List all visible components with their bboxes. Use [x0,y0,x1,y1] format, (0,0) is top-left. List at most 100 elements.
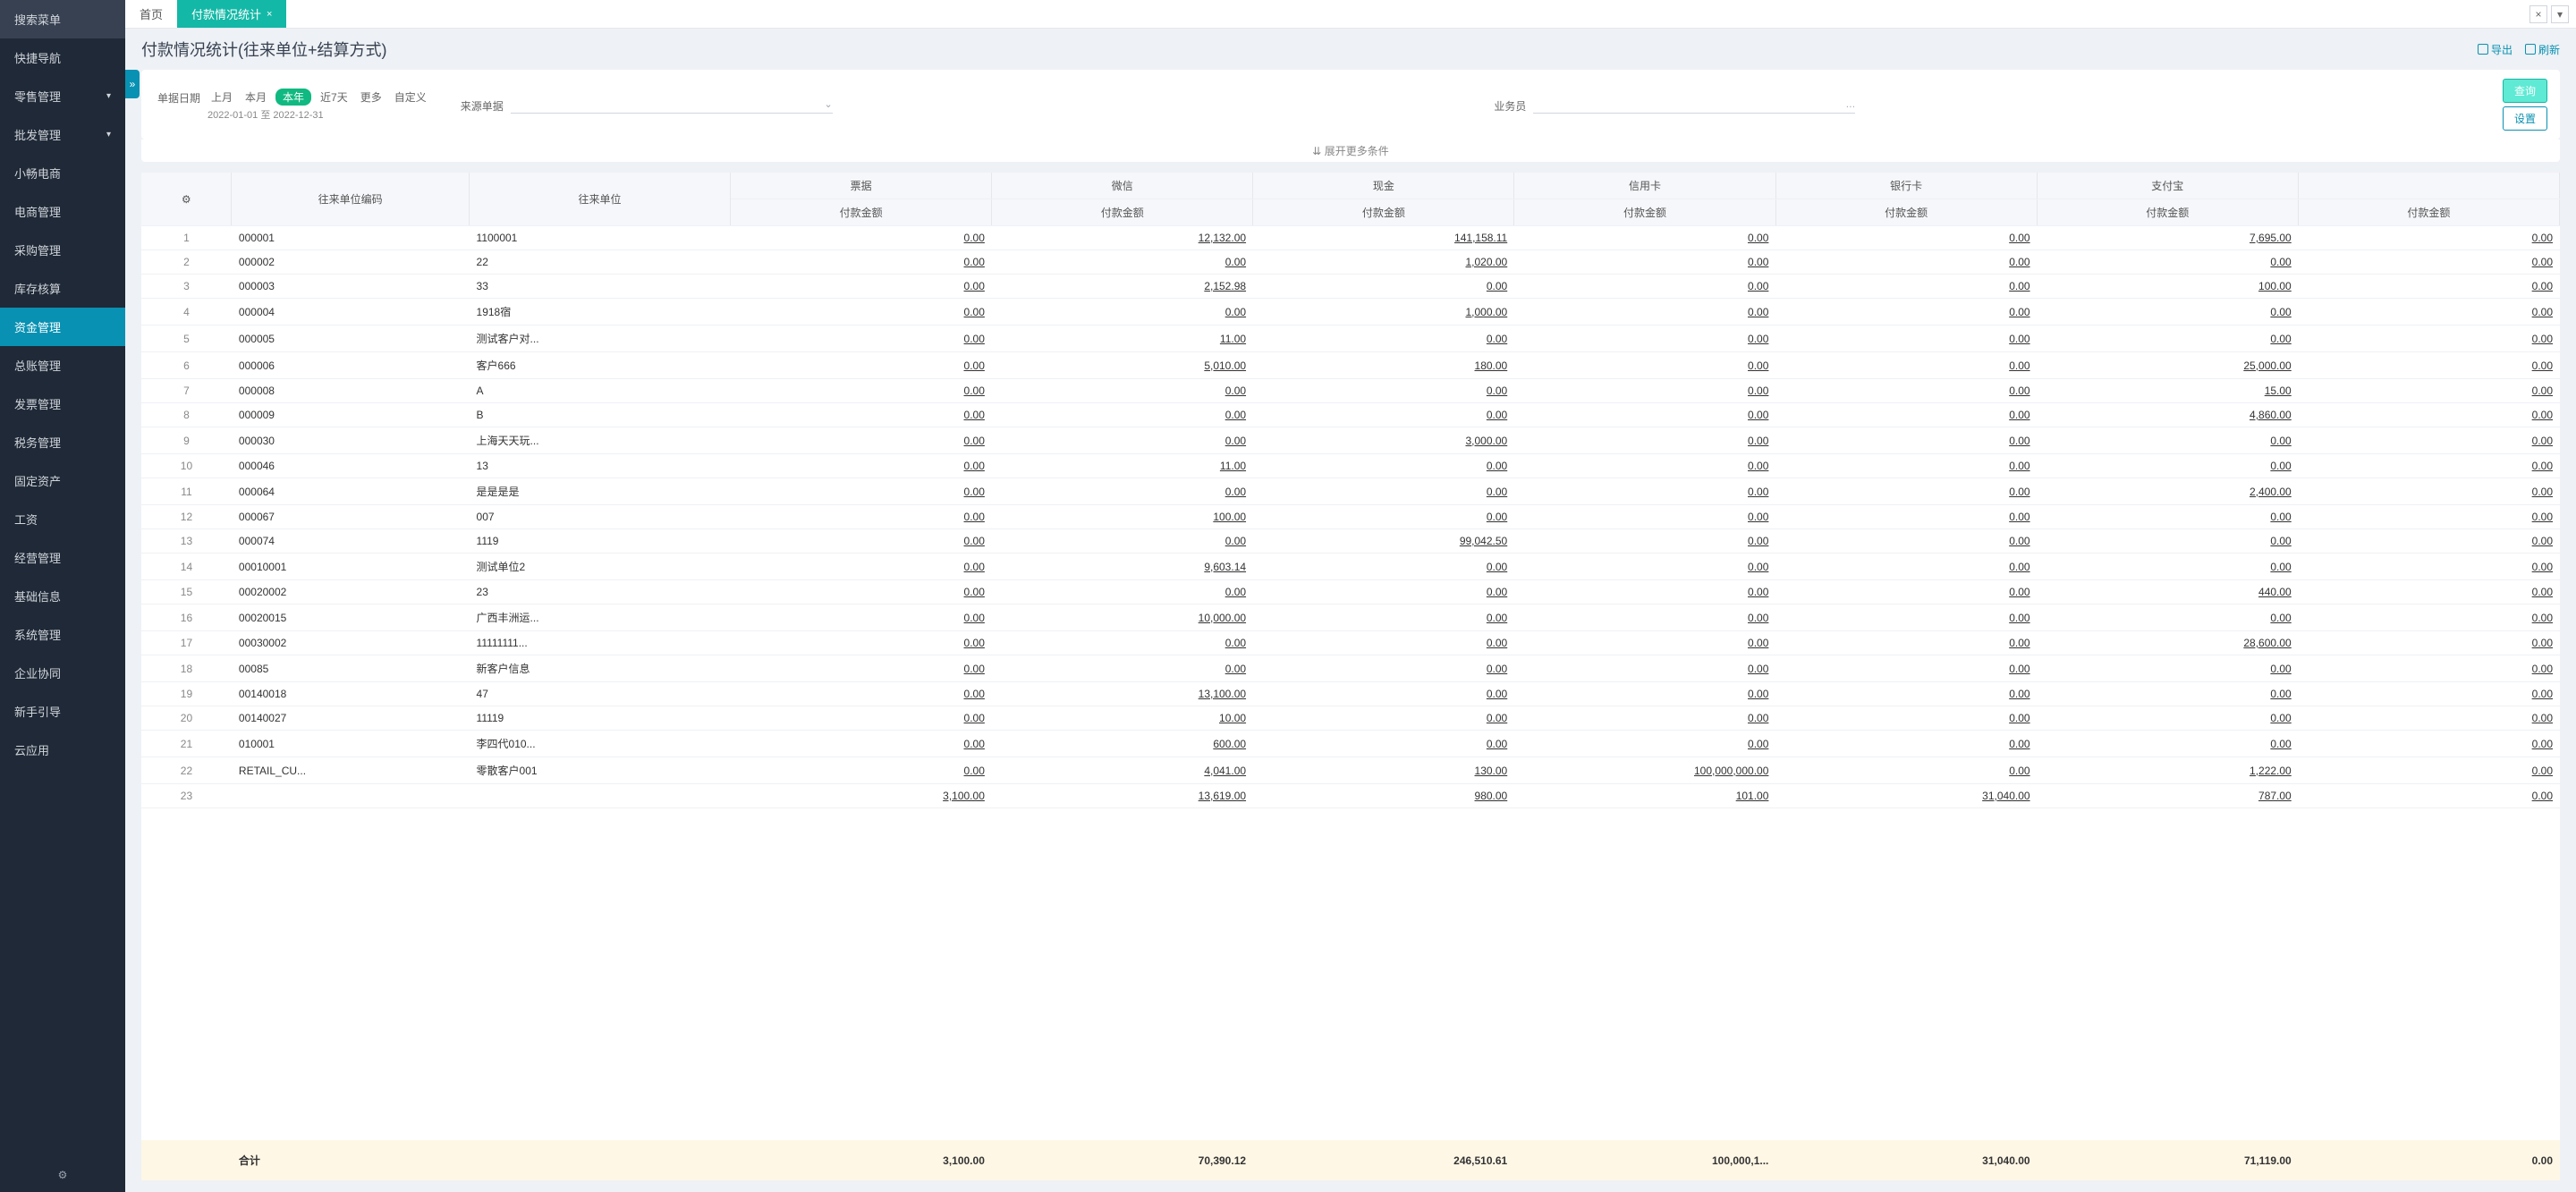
cell-amount[interactable]: 13,619.00 [992,784,1253,808]
cell-amount[interactable]: 0.00 [992,250,1253,275]
cell-amount[interactable]: 0.00 [1775,631,2037,655]
table-row[interactable]: 1300007411190.000.0099,042.500.000.000.0… [141,529,2560,554]
cell-amount[interactable]: 0.00 [1775,757,2037,784]
table-row[interactable]: 11000064是是是是0.000.000.000.000.002,400.00… [141,478,2560,505]
cell-amount[interactable]: 0.00 [2299,427,2560,454]
cell-amount[interactable]: 600.00 [992,731,1253,757]
tab-close-button[interactable]: × [2529,5,2547,23]
cell-amount[interactable]: 0.00 [731,478,992,505]
sidebar-item-11[interactable]: 税务管理 [0,423,125,461]
cell-amount[interactable]: 0.00 [731,757,992,784]
cell-amount[interactable]: 0.00 [2299,379,2560,403]
cell-amount[interactable]: 0.00 [1253,604,1514,631]
cell-amount[interactable]: 0.00 [731,554,992,580]
col-unit[interactable]: 往来单位 [469,173,730,226]
column-settings[interactable]: ⚙ [141,173,232,226]
cell-amount[interactable]: 980.00 [1253,784,1514,808]
cell-amount[interactable]: 0.00 [2299,604,2560,631]
expand-more-filters[interactable]: ⇊ 展开更多条件 [141,139,2560,162]
cell-amount[interactable]: 0.00 [992,655,1253,682]
date-quick-5[interactable]: 自定义 [391,89,430,106]
table-row[interactable]: 3000003330.002,152.980.000.000.00100.000… [141,275,2560,299]
col-sub-8[interactable]: 付款金额 [2037,199,2298,226]
cell-amount[interactable]: 0.00 [1514,631,1775,655]
date-quick-1[interactable]: 本月 [242,89,270,106]
cell-amount[interactable]: 0.00 [731,454,992,478]
date-quick-2[interactable]: 本年 [275,89,311,106]
cell-amount[interactable]: 28,600.00 [2038,631,2299,655]
cell-amount[interactable]: 11.00 [992,325,1253,352]
cell-amount[interactable]: 13,100.00 [992,682,1253,706]
sidebar-item-2[interactable]: 零售管理▾ [0,77,125,115]
cell-amount[interactable]: 0.00 [1514,706,1775,731]
cell-amount[interactable]: 0.00 [1775,682,2037,706]
table-row[interactable]: 170003000211111111...0.000.000.000.000.0… [141,631,2560,655]
cell-amount[interactable]: 141,158.11 [1253,226,1514,250]
cell-amount[interactable]: 0.00 [1253,631,1514,655]
cell-amount[interactable]: 0.00 [2299,784,2560,808]
cell-amount[interactable]: 0.00 [2299,757,2560,784]
cell-amount[interactable]: 2,152.98 [992,275,1253,299]
cell-amount[interactable]: 4,041.00 [992,757,1253,784]
cell-amount[interactable]: 0.00 [731,250,992,275]
table-row[interactable]: 1500020002230.000.000.000.000.00440.000.… [141,580,2560,604]
cell-amount[interactable]: 0.00 [992,529,1253,554]
cell-amount[interactable]: 0.00 [1775,379,2037,403]
table-row[interactable]: 1400010001测试单位20.009,603.140.000.000.000… [141,554,2560,580]
cell-amount[interactable]: 0.00 [2038,505,2299,529]
cell-amount[interactable]: 10,000.00 [992,604,1253,631]
cell-amount[interactable]: 0.00 [1775,299,2037,325]
col-sub-4[interactable]: 付款金额 [992,199,1253,226]
sidebar-item-3[interactable]: 批发管理▾ [0,115,125,154]
cell-amount[interactable]: 0.00 [2299,554,2560,580]
cell-amount[interactable]: 0.00 [1253,554,1514,580]
col-group-3[interactable]: 票据 [731,173,992,199]
cell-amount[interactable]: 0.00 [1775,731,2037,757]
cell-amount[interactable]: 0.00 [992,299,1253,325]
table-row[interactable]: 9000030上海天天玩...0.000.003,000.000.000.000… [141,427,2560,454]
cell-amount[interactable]: 0.00 [1775,427,2037,454]
sidebar-item-19[interactable]: 云应用 [0,731,125,769]
chevron-down-icon[interactable]: ⌄ [825,98,833,110]
col-sub-7[interactable]: 付款金额 [1775,199,2037,226]
cell-amount[interactable]: 0.00 [2038,731,2299,757]
cell-amount[interactable]: 0.00 [2299,731,2560,757]
sidebar-item-8[interactable]: 资金管理 [0,308,125,346]
cell-amount[interactable]: 3,000.00 [1253,427,1514,454]
table-row[interactable]: 5000005测试客户对...0.0011.000.000.000.000.00… [141,325,2560,352]
cell-amount[interactable]: 0.00 [731,580,992,604]
cell-amount[interactable]: 0.00 [1514,427,1775,454]
cell-amount[interactable]: 0.00 [1775,478,2037,505]
cell-amount[interactable]: 0.00 [2299,529,2560,554]
table-row[interactable]: 6000006客户6660.005,010.00180.000.000.0025… [141,352,2560,379]
cell-amount[interactable]: 0.00 [2038,427,2299,454]
tab-home[interactable]: 首页 [125,0,177,28]
cell-amount[interactable]: 0.00 [2038,554,2299,580]
cell-amount[interactable]: 0.00 [992,478,1253,505]
cell-amount[interactable]: 0.00 [731,631,992,655]
cell-amount[interactable]: 0.00 [1514,275,1775,299]
sidebar-item-4[interactable]: 小畅电商 [0,154,125,192]
query-button[interactable]: 查询 [2503,79,2547,103]
cell-amount[interactable]: 0.00 [992,379,1253,403]
table-row[interactable]: 1600020015广西丰洲运...0.0010,000.000.000.000… [141,604,2560,631]
col-sub-6[interactable]: 付款金额 [1514,199,1775,226]
cell-amount[interactable]: 25,000.00 [2038,352,2299,379]
cell-amount[interactable]: 0.00 [731,682,992,706]
cell-amount[interactable]: 5,010.00 [992,352,1253,379]
cell-amount[interactable]: 0.00 [731,325,992,352]
table-row[interactable]: 21010001李四代010...0.00600.000.000.000.000… [141,731,2560,757]
cell-amount[interactable]: 0.00 [2299,682,2560,706]
cell-amount[interactable]: 0.00 [2299,352,2560,379]
cell-amount[interactable]: 1,222.00 [2038,757,2299,784]
cell-amount[interactable]: 100.00 [992,505,1253,529]
cell-amount[interactable]: 0.00 [992,427,1253,454]
sidebar-item-14[interactable]: 经营管理 [0,538,125,577]
sidebar-item-10[interactable]: 发票管理 [0,385,125,423]
cell-amount[interactable]: 0.00 [1253,454,1514,478]
col-group-7[interactable]: 银行卡 [1775,173,2037,199]
cell-amount[interactable]: 0.00 [731,403,992,427]
cell-amount[interactable]: 0.00 [2299,275,2560,299]
cell-amount[interactable]: 130.00 [1253,757,1514,784]
cell-amount[interactable]: 0.00 [1514,352,1775,379]
